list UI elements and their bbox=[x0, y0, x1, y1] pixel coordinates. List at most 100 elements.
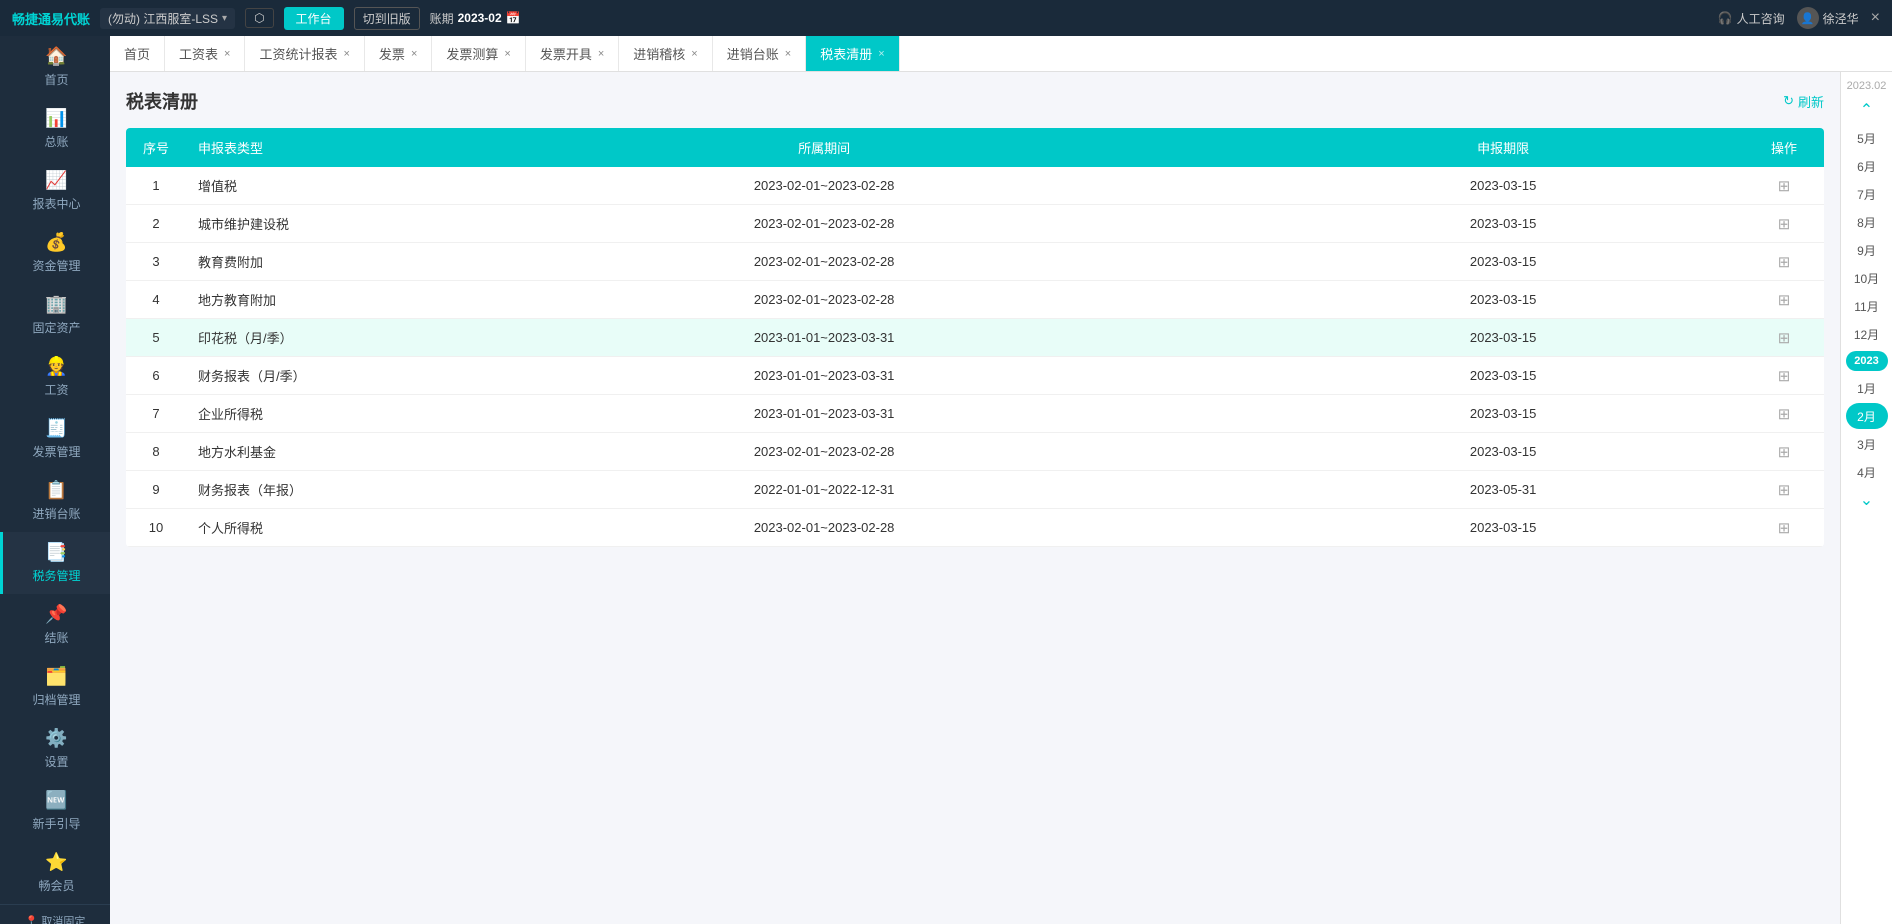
cell-action: ⊞ bbox=[1744, 167, 1824, 205]
sidebar-item-home[interactable]: 🏠 首页 bbox=[0, 36, 110, 98]
page-title: 税表清册 bbox=[126, 88, 198, 114]
cell-period: 2023-02-01~2023-02-28 bbox=[386, 509, 1262, 547]
action-view-icon[interactable]: ⊞ bbox=[1778, 292, 1791, 309]
tab-close-wage[interactable]: × bbox=[224, 48, 230, 60]
tab-tax-clear[interactable]: 税表清册 × bbox=[806, 36, 899, 72]
cal-month-2022-09[interactable]: 9月 bbox=[1846, 237, 1888, 263]
cell-seq: 6 bbox=[126, 357, 186, 395]
ai-consult-btn[interactable]: 🎧 人工咨询 bbox=[1718, 10, 1785, 27]
tab-purchase-ledger[interactable]: 进销台账 × bbox=[713, 36, 806, 72]
sidebar-item-report[interactable]: 📈 报表中心 bbox=[0, 160, 110, 222]
cell-seq: 8 bbox=[126, 433, 186, 471]
col-declare: 申报期限 bbox=[1262, 128, 1744, 167]
calendar-up-button[interactable]: ⌃ bbox=[1853, 96, 1881, 124]
tab-invoice-calc[interactable]: 发票测算 × bbox=[432, 36, 525, 72]
cell-period: 2023-01-01~2023-03-31 bbox=[386, 395, 1262, 433]
sidebar-label-ledger: 总账 bbox=[44, 133, 68, 150]
cal-month-2022-08[interactable]: 8月 bbox=[1846, 209, 1888, 235]
sidebar-item-fund[interactable]: 💰 资金管理 bbox=[0, 222, 110, 284]
cal-month-2022-06[interactable]: 6月 bbox=[1846, 153, 1888, 179]
sidebar-item-member[interactable]: ⭐ 畅会员 bbox=[0, 842, 110, 904]
tab-invoice[interactable]: 发票 × bbox=[365, 36, 432, 72]
workstation-button[interactable]: 工作台 bbox=[284, 7, 344, 30]
action-view-icon[interactable]: ⊞ bbox=[1778, 254, 1791, 271]
cell-type: 增值税 bbox=[186, 167, 386, 205]
tab-home[interactable]: 首页 bbox=[110, 36, 165, 72]
table-row: 6 财务报表（月/季） 2023-01-01~2023-03-31 2023-0… bbox=[126, 357, 1824, 395]
tab-invoice-open[interactable]: 发票开具 × bbox=[526, 36, 619, 72]
cal-month-2023-02[interactable]: 2月 bbox=[1846, 403, 1888, 429]
action-view-icon[interactable]: ⊞ bbox=[1778, 330, 1791, 347]
cell-seq: 1 bbox=[126, 167, 186, 205]
cell-period: 2023-02-01~2023-02-28 bbox=[386, 205, 1262, 243]
calendar-down-button[interactable]: ⌄ bbox=[1853, 486, 1881, 514]
tab-purchase-check[interactable]: 进销稽核 × bbox=[619, 36, 712, 72]
action-view-icon[interactable]: ⊞ bbox=[1778, 406, 1791, 423]
home-icon: 🏠 bbox=[45, 46, 67, 67]
year-2023-section: 1月 2月 3月 4月 bbox=[1841, 374, 1892, 486]
action-view-icon[interactable]: ⊞ bbox=[1778, 520, 1791, 537]
tax-table: 序号 申报表类型 所属期间 申报期限 操作 1 增值税 2023-02-01~2… bbox=[126, 128, 1824, 547]
invoice-icon: 🧾 bbox=[45, 418, 67, 439]
sidebar-item-guide[interactable]: 🆕 新手引导 bbox=[0, 780, 110, 842]
cell-action: ⊞ bbox=[1744, 471, 1824, 509]
table-row: 7 企业所得税 2023-01-01~2023-03-31 2023-03-15… bbox=[126, 395, 1824, 433]
sidebar-item-wage[interactable]: 👷 工资 bbox=[0, 346, 110, 408]
user-area[interactable]: 👤 徐泾华 bbox=[1797, 7, 1859, 29]
action-view-icon[interactable]: ⊞ bbox=[1778, 444, 1791, 461]
cal-month-2023-04[interactable]: 4月 bbox=[1846, 459, 1888, 485]
refresh-button[interactable]: ↻ 刷新 bbox=[1783, 92, 1824, 111]
sidebar: 🏠 首页 📊 总账 📈 报表中心 💰 资金管理 🏢 固定资产 👷 工资 🧾 发票… bbox=[0, 36, 110, 924]
tab-close-invoice-calc[interactable]: × bbox=[504, 48, 510, 60]
action-view-icon[interactable]: ⊞ bbox=[1778, 368, 1791, 385]
tab-close-wage-report[interactable]: × bbox=[343, 48, 349, 60]
pin-toggle[interactable]: 📍 取消固定 bbox=[0, 904, 110, 924]
table-row: 1 增值税 2023-02-01~2023-02-28 2023-03-15 ⊞ bbox=[126, 167, 1824, 205]
copy-button[interactable]: ⬡ bbox=[245, 8, 273, 28]
sidebar-item-archive[interactable]: 🗂️ 归档管理 bbox=[0, 656, 110, 718]
cell-seq: 2 bbox=[126, 205, 186, 243]
cal-year-badge-2023: 2023 bbox=[1846, 351, 1888, 371]
sidebar-label-tax: 税务管理 bbox=[32, 567, 80, 584]
tab-close-tax-clear[interactable]: × bbox=[878, 48, 884, 60]
tab-close-invoice[interactable]: × bbox=[411, 48, 417, 60]
cell-type: 地方教育附加 bbox=[186, 281, 386, 319]
cal-month-2023-01[interactable]: 1月 bbox=[1846, 375, 1888, 401]
avatar: 👤 bbox=[1797, 7, 1819, 29]
calendar-icon[interactable]: 📅 bbox=[506, 11, 521, 25]
close-button[interactable]: × bbox=[1871, 9, 1880, 27]
sidebar-item-settings[interactable]: ⚙️ 设置 bbox=[0, 718, 110, 780]
action-view-icon[interactable]: ⊞ bbox=[1778, 216, 1791, 233]
sidebar-item-invoice[interactable]: 🧾 发票管理 bbox=[0, 408, 110, 470]
cell-period: 2023-02-01~2023-02-28 bbox=[386, 281, 1262, 319]
action-view-icon[interactable]: ⊞ bbox=[1778, 178, 1791, 195]
tab-close-purchase-check[interactable]: × bbox=[691, 48, 697, 60]
cell-action: ⊞ bbox=[1744, 243, 1824, 281]
oldver-button[interactable]: 切到旧版 bbox=[354, 7, 420, 30]
cal-month-2022-12[interactable]: 12月 bbox=[1846, 321, 1888, 347]
tab-close-purchase-ledger[interactable]: × bbox=[785, 48, 791, 60]
sidebar-item-asset[interactable]: 🏢 固定资产 bbox=[0, 284, 110, 346]
cell-declare: 2023-03-15 bbox=[1262, 319, 1744, 357]
cal-month-2022-10[interactable]: 10月 bbox=[1846, 265, 1888, 291]
tab-wage[interactable]: 工资表 × bbox=[165, 36, 245, 72]
sidebar-item-tax[interactable]: 📑 税务管理 bbox=[0, 532, 110, 594]
sidebar-item-ledger[interactable]: 📊 总账 bbox=[0, 98, 110, 160]
cal-month-2022-07[interactable]: 7月 bbox=[1846, 181, 1888, 207]
pin-label: 取消固定 bbox=[41, 916, 85, 924]
report-icon: 📈 bbox=[45, 170, 67, 191]
cal-month-2022-05[interactable]: 5月 bbox=[1846, 125, 1888, 151]
top-bar: 畅捷通易代账 (勿动) 江西服室-LSS ▾ ⬡ 工作台 切到旧版 账期 202… bbox=[0, 0, 1892, 36]
tab-close-invoice-open[interactable]: × bbox=[598, 48, 604, 60]
cal-month-2023-03[interactable]: 3月 bbox=[1846, 431, 1888, 457]
headset-icon: 🎧 bbox=[1718, 11, 1733, 25]
calendar-panel: 2023.02 ⌃ 5月 6月 7月 8月 9月 10月 11月 12月 202… bbox=[1840, 72, 1892, 924]
action-view-icon[interactable]: ⊞ bbox=[1778, 482, 1791, 499]
tab-wage-report[interactable]: 工资统计报表 × bbox=[245, 36, 364, 72]
company-selector[interactable]: (勿动) 江西服室-LSS ▾ bbox=[100, 8, 235, 29]
top-right-area: 🎧 人工咨询 👤 徐泾华 × bbox=[1718, 7, 1880, 29]
cal-month-2022-11[interactable]: 11月 bbox=[1846, 293, 1888, 319]
cell-declare: 2023-03-15 bbox=[1262, 243, 1744, 281]
sidebar-item-settle[interactable]: 📌 结账 bbox=[0, 594, 110, 656]
sidebar-item-purchase[interactable]: 📋 进销台账 bbox=[0, 470, 110, 532]
